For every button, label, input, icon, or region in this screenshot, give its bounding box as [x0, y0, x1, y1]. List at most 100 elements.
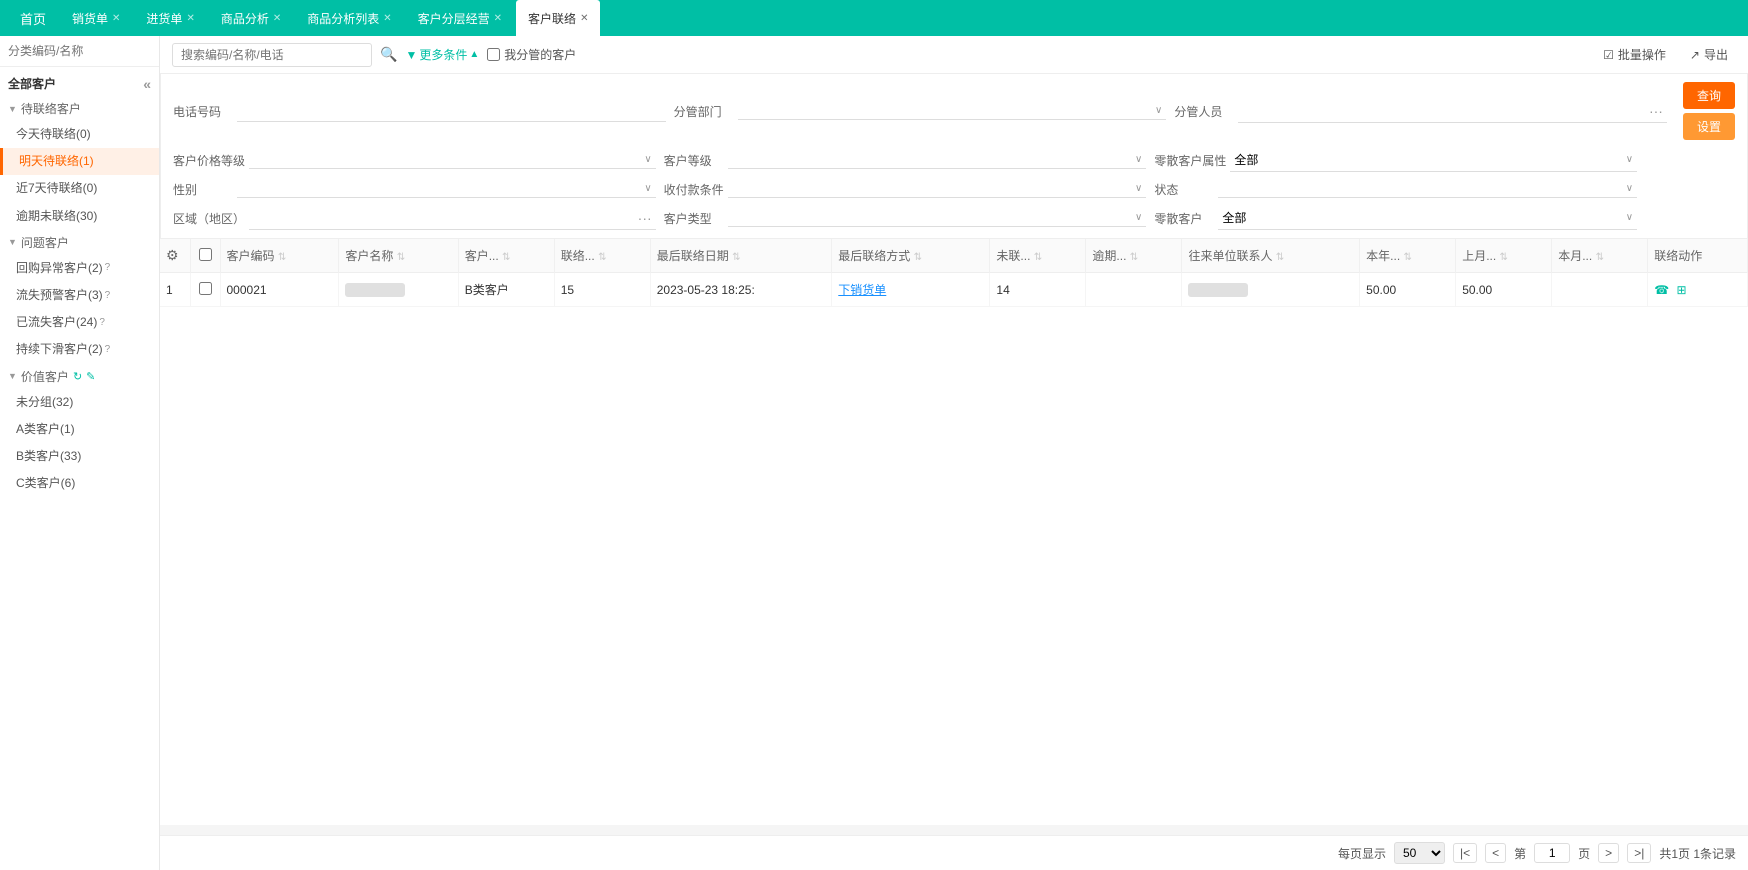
- chevron-up-icon: ▲: [469, 49, 479, 60]
- phone-input[interactable]: [237, 101, 666, 122]
- close-goods-analysis-list-icon[interactable]: ✕: [383, 13, 391, 24]
- sidebar-item-abnormal[interactable]: 回购异常客户(2) ?: [0, 255, 159, 282]
- more-conditions-button[interactable]: ▼ 更多条件 ▲: [405, 46, 479, 63]
- total-label: 共1页 1条记录: [1659, 845, 1736, 862]
- prev-page-button[interactable]: <: [1485, 843, 1506, 863]
- per-page-select[interactable]: 50 100 200: [1394, 842, 1445, 864]
- price-level-select[interactable]: ∨: [249, 151, 656, 169]
- first-page-button[interactable]: |<: [1453, 843, 1477, 863]
- batch-ops-button[interactable]: ☑ 批量操作: [1595, 42, 1674, 67]
- close-sales-icon[interactable]: ✕: [112, 13, 120, 24]
- nav-goods-analysis-list[interactable]: 商品分析列表 ✕: [295, 0, 403, 36]
- payment-select[interactable]: ∨: [728, 180, 1147, 198]
- table-header-row: ⚙ 客户编码 ⇅ 客户名称 ⇅: [160, 239, 1748, 273]
- query-button[interactable]: 查询: [1683, 82, 1735, 109]
- sort-code-icon[interactable]: ⇅: [278, 252, 286, 263]
- sort-this-month-icon[interactable]: ⇅: [1596, 252, 1604, 263]
- retail-customer-select[interactable]: 全部 ∨: [1218, 206, 1637, 230]
- sidebar-search-container: 🔍: [0, 36, 159, 67]
- sort-contact-person-icon[interactable]: ⇅: [1276, 252, 1284, 263]
- customer-type-select[interactable]: ∨: [728, 209, 1147, 227]
- sort-name-icon[interactable]: ⇅: [397, 252, 405, 263]
- col-level: 客户... ⇅: [458, 239, 554, 273]
- sidebar-item-today[interactable]: 今天待联络(0): [0, 121, 159, 148]
- sidebar-collapse-icon[interactable]: «: [143, 76, 151, 92]
- status-select[interactable]: ∨: [1218, 180, 1637, 198]
- cell-contact-person: [1182, 273, 1360, 307]
- sidebar-item-b-class[interactable]: B类客户(33): [0, 443, 159, 470]
- top-nav: 首页 销货单 ✕ 进货单 ✕ 商品分析 ✕ 商品分析列表 ✕ 客户分层经营 ✕ …: [0, 0, 1748, 36]
- nature-label: 性别: [173, 181, 233, 198]
- filter-region-cell: 区域（地区） ···: [173, 207, 656, 230]
- sidebar-item-ungrouped[interactable]: 未分组(32): [0, 389, 159, 416]
- value-edit-icon[interactable]: ✎: [86, 370, 95, 383]
- cell-no-contact: 14: [990, 273, 1086, 307]
- customer-level-chevron-icon: ∨: [1135, 154, 1142, 165]
- sort-contact-count-icon[interactable]: ⇅: [598, 252, 606, 263]
- contact-person-blurred: [1188, 283, 1248, 297]
- export-button[interactable]: ↗ 导出: [1682, 42, 1736, 67]
- col-checkbox: [190, 239, 220, 273]
- close-customer-contact-icon[interactable]: ✕: [580, 13, 588, 24]
- value-refresh-icon[interactable]: ↻: [73, 370, 82, 383]
- horizontal-scrollbar[interactable]: [160, 825, 1748, 835]
- close-purchase-icon[interactable]: ✕: [186, 13, 194, 24]
- page-number-input[interactable]: [1534, 843, 1570, 863]
- sort-last-month-icon[interactable]: ⇅: [1500, 252, 1508, 263]
- sidebar-item-tomorrow[interactable]: 明天待联络(1): [0, 148, 159, 175]
- col-last-method: 最后联络方式 ⇅: [832, 239, 990, 273]
- select-all-checkbox[interactable]: [199, 248, 212, 261]
- nature-select[interactable]: ∨: [237, 180, 656, 198]
- more-action-icon[interactable]: ⊞: [1677, 283, 1687, 297]
- customer-level-select[interactable]: ∨: [728, 151, 1147, 169]
- nav-home[interactable]: 首页: [8, 0, 58, 36]
- col-this-year: 本年... ⇅: [1360, 239, 1456, 273]
- nav-customer-contact[interactable]: 客户联络 ✕: [516, 0, 600, 36]
- sidebar-group-problem: 问题客户: [0, 230, 159, 255]
- retail-attr-chevron-icon: ∨: [1626, 154, 1633, 165]
- cell-last-month: 50.00: [1456, 273, 1552, 307]
- sidebar-item-warning[interactable]: 流失预警客户(3) ?: [0, 282, 159, 309]
- next-page-button[interactable]: >: [1598, 843, 1619, 863]
- sort-overdue-icon[interactable]: ⇅: [1130, 252, 1138, 263]
- dept-select[interactable]: ∨: [738, 102, 1167, 120]
- main-search-input[interactable]: [172, 43, 372, 67]
- nav-purchase[interactable]: 进货单 ✕: [134, 0, 206, 36]
- sort-no-contact-icon[interactable]: ⇅: [1034, 252, 1042, 263]
- filter-row-4: 区域（地区） ··· 客户类型 ∨ 零散客户 全部 ∨: [173, 206, 1735, 230]
- close-customer-tier-icon[interactable]: ✕: [494, 13, 502, 24]
- sidebar-item-declining[interactable]: 持续下滑客户(2) ?: [0, 336, 159, 363]
- last-method-link[interactable]: 下销货单: [838, 283, 886, 297]
- settings-gear-icon[interactable]: ⚙: [166, 247, 179, 263]
- nav-goods-analysis[interactable]: 商品分析 ✕: [209, 0, 293, 36]
- sort-last-method-icon[interactable]: ⇅: [914, 252, 922, 263]
- sidebar-item-c-class[interactable]: C类客户(6): [0, 470, 159, 497]
- region-dots-icon[interactable]: ···: [638, 210, 652, 226]
- nav-sales[interactable]: 销货单 ✕: [60, 0, 132, 36]
- sidebar-search-input[interactable]: [8, 44, 160, 58]
- sidebar-item-overdue[interactable]: 逾期未联络(30): [0, 203, 159, 230]
- main-search-button[interactable]: 🔍: [380, 46, 397, 63]
- filter-dept-cell: 分管部门 ∨: [674, 102, 1167, 120]
- content-area: 🔍 ▼ 更多条件 ▲ 我分管的客户 ☑ 批量操作 ↗ 导出: [160, 36, 1748, 870]
- sidebar-item-week[interactable]: 近7天待联络(0): [0, 175, 159, 202]
- sort-this-year-icon[interactable]: ⇅: [1404, 252, 1412, 263]
- cell-code: 000021: [220, 273, 339, 307]
- filter-retail-customer-cell: 零散客户 全部 ∨: [1154, 206, 1637, 230]
- nav-customer-tier[interactable]: 客户分层经营 ✕: [406, 0, 514, 36]
- last-page-button[interactable]: >|: [1627, 843, 1651, 863]
- reset-button[interactable]: 设置: [1683, 113, 1735, 140]
- sort-level-icon[interactable]: ⇅: [502, 252, 510, 263]
- my-customers-checkbox[interactable]: [487, 48, 500, 61]
- sort-last-date-icon[interactable]: ⇅: [732, 252, 740, 263]
- my-customers-checkbox-label[interactable]: 我分管的客户: [487, 46, 576, 63]
- phone-action-icon[interactable]: ☎: [1654, 283, 1669, 297]
- sidebar-item-a-class[interactable]: A类客户(1): [0, 416, 159, 443]
- sidebar-item-lost[interactable]: 已流失客户(24) ?: [0, 309, 159, 336]
- row-checkbox[interactable]: [199, 282, 212, 295]
- manager-dots-icon[interactable]: ···: [1649, 103, 1663, 119]
- retail-attr-select[interactable]: 全部 ∨: [1230, 148, 1637, 172]
- close-goods-analysis-icon[interactable]: ✕: [273, 13, 281, 24]
- cell-this-month: [1552, 273, 1648, 307]
- filter-row-1: 电话号码 分管部门 ∨ 分管人员 ··· 查询: [173, 82, 1735, 140]
